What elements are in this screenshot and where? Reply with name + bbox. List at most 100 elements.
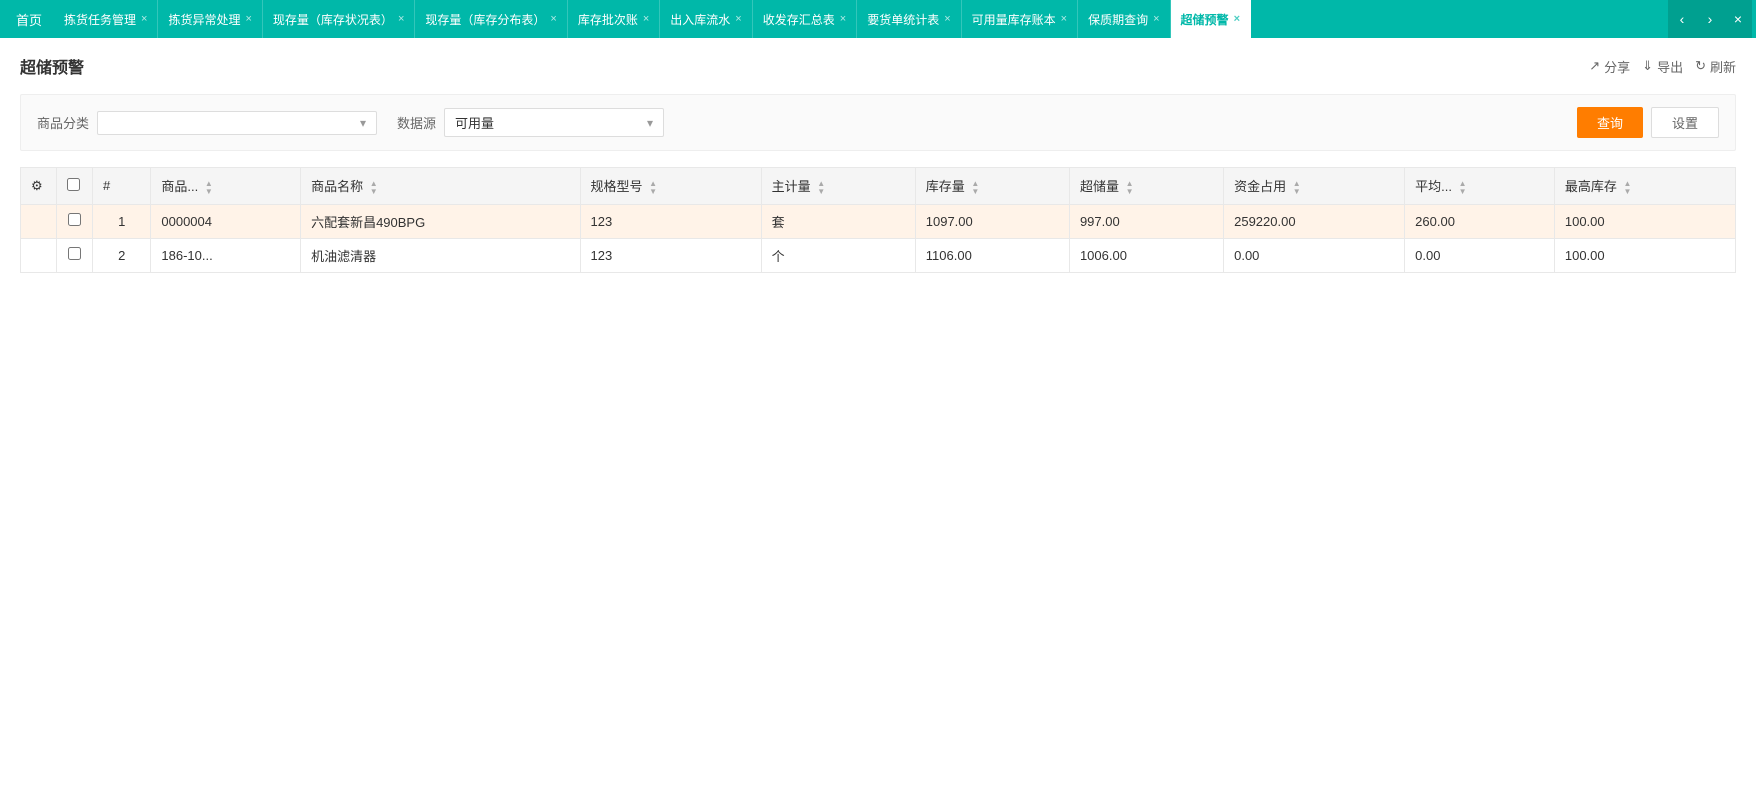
th-max[interactable]: 最高库存 ▲▼ xyxy=(1554,168,1735,205)
filter-area: 商品分类 ▾ 数据源 可用量 ▾ 查询 设置 xyxy=(20,94,1736,151)
nav-tab-2-close[interactable]: × xyxy=(245,13,251,25)
nav-tab-5-close[interactable]: × xyxy=(643,13,649,25)
cell-avg-1: 0.00 xyxy=(1405,238,1555,272)
cell-stock-0: 1097.00 xyxy=(915,204,1069,238)
th-unit[interactable]: 主计量 ▲▼ xyxy=(761,168,915,205)
nav-tab-1-close[interactable]: × xyxy=(141,13,147,25)
nav-tab-11[interactable]: 超储预警 × xyxy=(1171,0,1251,38)
th-unit-label: 主计量 xyxy=(772,179,811,194)
th-name-label: 商品名称 xyxy=(311,179,363,194)
nav-tab-10-close[interactable]: × xyxy=(1153,13,1159,25)
datasource-select[interactable]: 可用量 ▾ xyxy=(444,108,664,137)
row-checkbox-0[interactable] xyxy=(68,213,81,226)
select-all-checkbox[interactable] xyxy=(67,178,80,191)
nav-tab-11-close[interactable]: × xyxy=(1234,13,1240,25)
nav-next-button[interactable]: › xyxy=(1696,0,1724,38)
sort-icon-max: ▲▼ xyxy=(1624,180,1632,196)
th-over[interactable]: 超储量 ▲▼ xyxy=(1069,168,1223,205)
th-spec[interactable]: 规格型号 ▲▼ xyxy=(580,168,761,205)
export-button[interactable]: ⇓ 导出 xyxy=(1642,57,1683,76)
refresh-button[interactable]: ↻ 刷新 xyxy=(1695,57,1736,76)
nav-tab-3-close[interactable]: × xyxy=(398,13,404,25)
nav-tab-9[interactable]: 可用量库存账本 × xyxy=(962,0,1078,38)
table-row: 2 186-10... 机油滤清器 123 个 1106.00 1006.00 … xyxy=(21,238,1736,272)
sort-icon-avg: ▲▼ xyxy=(1459,180,1467,196)
nav-tab-6[interactable]: 出入库流水 × xyxy=(660,0,752,38)
th-avg-label: 平均... xyxy=(1415,179,1452,194)
nav-tab-4-label: 现存量（库存分布表） xyxy=(425,11,545,28)
nav-tab-2-label: 拣货异常处理 xyxy=(168,11,240,28)
table-header-row: ⚙ # 商品... ▲▼ 商品名称 ▲▼ 规格型号 ▲▼ 主 xyxy=(21,168,1736,205)
nav-tab-1[interactable]: 拣货任务管理 × xyxy=(54,0,158,38)
share-button[interactable]: ↗ 分享 xyxy=(1589,57,1630,76)
row-checkbox-1[interactable] xyxy=(68,247,81,260)
cell-num-0: 1 xyxy=(93,204,151,238)
nav-home[interactable]: 首页 xyxy=(4,0,54,38)
nav-tab-8-close[interactable]: × xyxy=(944,13,950,25)
cell-capital-0: 259220.00 xyxy=(1224,204,1405,238)
sort-icon-stock: ▲▼ xyxy=(971,180,979,196)
share-icon: ↗ xyxy=(1589,58,1600,74)
export-label: 导出 xyxy=(1657,57,1683,76)
cell-spec-0: 123 xyxy=(580,204,761,238)
nav-tab-4-close[interactable]: × xyxy=(550,13,556,25)
table-row: 1 0000004 六配套新昌490BPG 123 套 1097.00 997.… xyxy=(21,204,1736,238)
th-sku[interactable]: 商品... ▲▼ xyxy=(151,168,301,205)
page-content: 超储预警 ↗ 分享 ⇓ 导出 ↻ 刷新 商品分类 ▾ 数据源 xyxy=(0,38,1756,800)
cell-stock-1: 1106.00 xyxy=(915,238,1069,272)
th-max-label: 最高库存 xyxy=(1565,179,1617,194)
cell-checkbox-0 xyxy=(57,204,93,238)
nav-tab-8[interactable]: 要货单统计表 × xyxy=(857,0,961,38)
cell-capital-1: 0.00 xyxy=(1224,238,1405,272)
category-filter: 商品分类 ▾ xyxy=(37,111,377,135)
cell-name-0: 六配套新昌490BPG xyxy=(301,204,580,238)
cell-unit-1: 个 xyxy=(761,238,915,272)
page-header: 超储预警 ↗ 分享 ⇓ 导出 ↻ 刷新 xyxy=(20,54,1736,78)
cell-unit-0: 套 xyxy=(761,204,915,238)
sort-icon-sku: ▲▼ xyxy=(205,180,213,196)
nav-prev-button[interactable]: ‹ xyxy=(1668,0,1696,38)
category-select[interactable]: ▾ xyxy=(97,111,377,135)
sort-icon-capital: ▲▼ xyxy=(1293,180,1301,196)
nav-tab-2[interactable]: 拣货异常处理 × xyxy=(158,0,262,38)
nav-tab-7[interactable]: 收发存汇总表 × xyxy=(753,0,857,38)
nav-tab-10-label: 保质期查询 xyxy=(1088,11,1148,28)
th-over-label: 超储量 xyxy=(1080,179,1119,194)
th-capital-label: 资金占用 xyxy=(1234,179,1286,194)
sort-icon-unit: ▲▼ xyxy=(817,180,825,196)
refresh-label: 刷新 xyxy=(1710,57,1736,76)
datasource-filter: 数据源 可用量 ▾ xyxy=(397,108,664,137)
cell-avg-0: 260.00 xyxy=(1405,204,1555,238)
th-capital[interactable]: 资金占用 ▲▼ xyxy=(1224,168,1405,205)
nav-tab-4[interactable]: 现存量（库存分布表） × xyxy=(415,0,567,38)
nav-close-button[interactable]: × xyxy=(1724,0,1752,38)
cell-over-0: 997.00 xyxy=(1069,204,1223,238)
th-avg[interactable]: 平均... ▲▼ xyxy=(1405,168,1555,205)
nav-tab-6-close[interactable]: × xyxy=(735,13,741,25)
th-checkbox xyxy=(57,168,93,205)
cell-sku-0: 0000004 xyxy=(151,204,301,238)
setting-button[interactable]: 设置 xyxy=(1651,107,1719,138)
nav-tab-9-close[interactable]: × xyxy=(1061,13,1067,25)
nav-tab-5-label: 库存批次账 xyxy=(578,11,638,28)
top-navigation: 首页 拣货任务管理 × 拣货异常处理 × 现存量（库存状况表） × 现存量（库存… xyxy=(0,0,1756,38)
th-num: # xyxy=(93,168,151,205)
refresh-icon: ↻ xyxy=(1695,58,1706,74)
query-button[interactable]: 查询 xyxy=(1577,107,1643,138)
nav-tab-10[interactable]: 保质期查询 × xyxy=(1078,0,1170,38)
nav-tab-11-label: 超储预警 xyxy=(1181,11,1229,28)
nav-tab-3[interactable]: 现存量（库存状况表） × xyxy=(263,0,415,38)
nav-tab-5[interactable]: 库存批次账 × xyxy=(568,0,660,38)
cell-settings-0 xyxy=(21,204,57,238)
chevron-down-icon-2: ▾ xyxy=(647,116,653,130)
nav-tab-6-label: 出入库流水 xyxy=(670,11,730,28)
th-stock[interactable]: 库存量 ▲▼ xyxy=(915,168,1069,205)
nav-tab-7-close[interactable]: × xyxy=(840,13,846,25)
data-table: ⚙ # 商品... ▲▼ 商品名称 ▲▼ 规格型号 ▲▼ 主 xyxy=(20,167,1736,273)
nav-tab-9-label: 可用量库存账本 xyxy=(972,11,1056,28)
datasource-value: 可用量 xyxy=(455,113,494,132)
th-name[interactable]: 商品名称 ▲▼ xyxy=(301,168,580,205)
th-settings[interactable]: ⚙ xyxy=(21,168,57,205)
nav-tab-3-label: 现存量（库存状况表） xyxy=(273,11,393,28)
datasource-label: 数据源 xyxy=(397,113,436,132)
